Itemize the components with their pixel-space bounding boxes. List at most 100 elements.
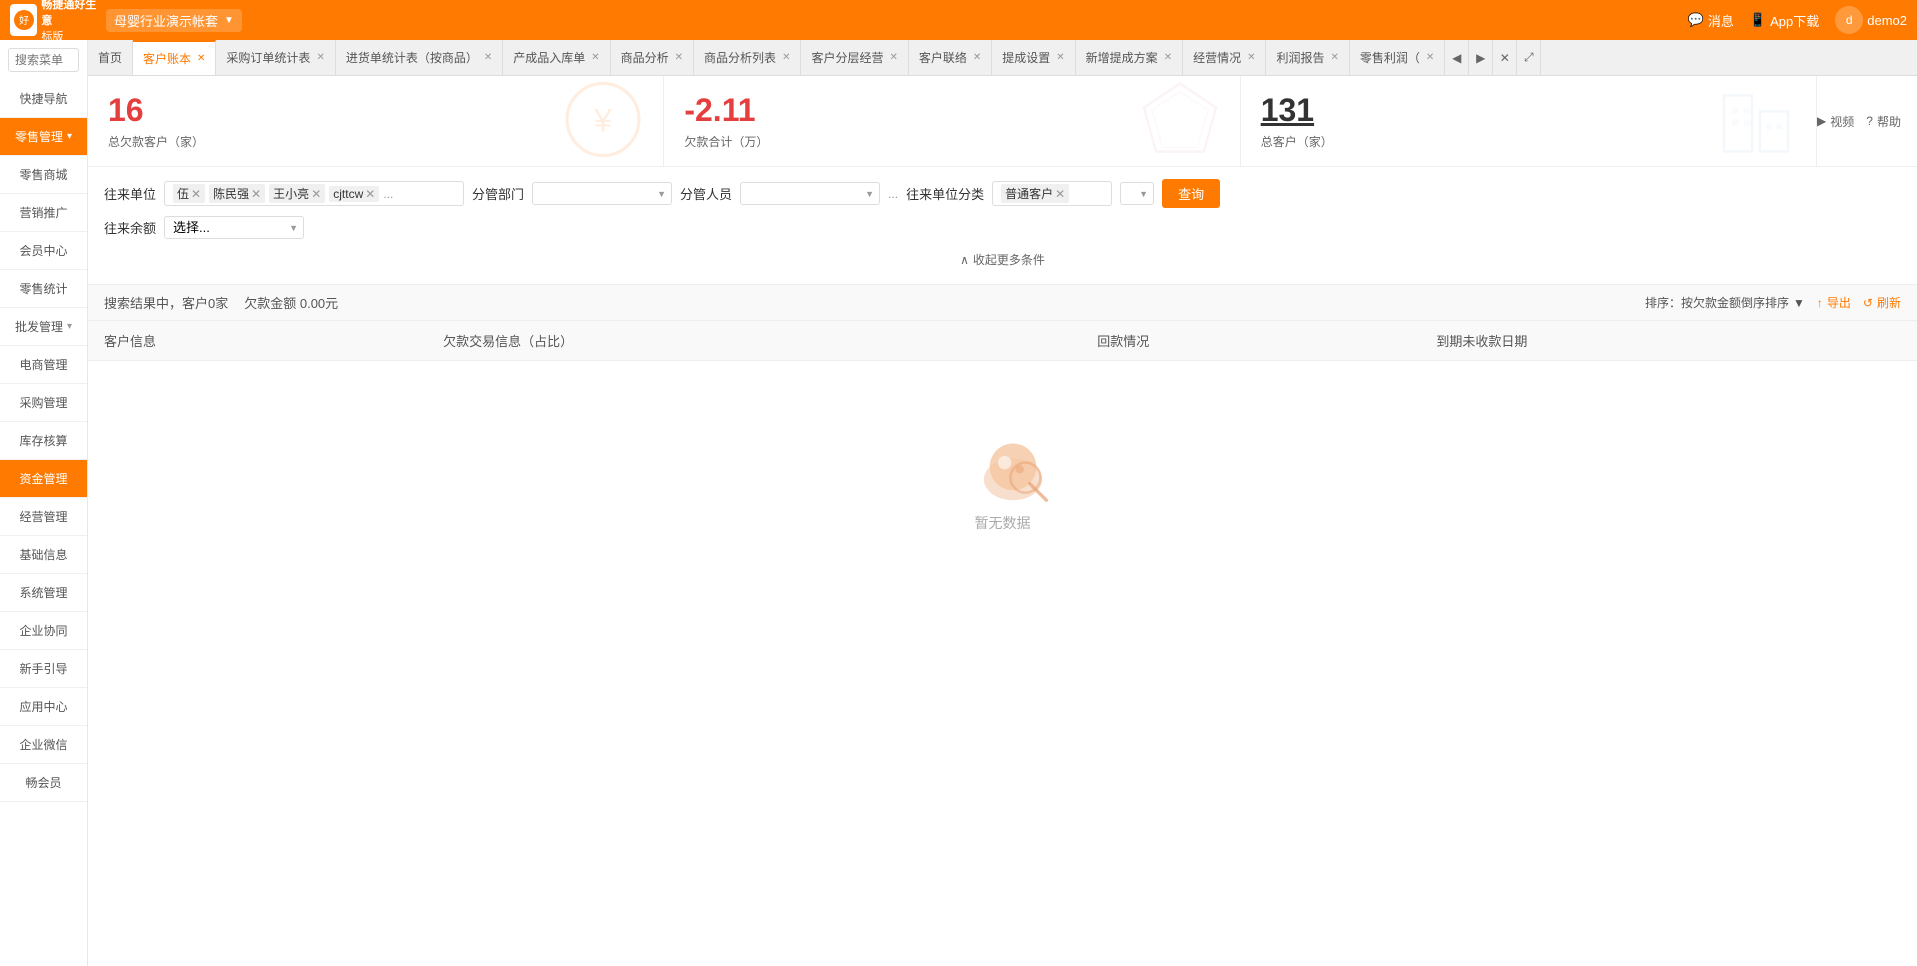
tab-nav-right[interactable]: ▶ [1469,40,1493,76]
debt-customers-value: 16 [108,92,204,129]
more-dots[interactable]: ... [888,187,898,201]
messages-btn[interactable]: 💬 消息 [1688,11,1734,30]
collapse-btn[interactable]: ∧ 收起更多条件 [952,247,1053,272]
tab-purchase-order-stats-close[interactable]: ✕ [316,52,324,63]
tab-product-instock-close[interactable]: ✕ [591,52,599,63]
total-customers-value: 131 [1261,92,1333,129]
person-select-wrapper[interactable] [740,182,880,205]
tab-product-analysis-close[interactable]: ✕ [675,52,683,63]
tab-new-commission-close[interactable]: ✕ [1164,52,1172,63]
avatar: d [1835,6,1863,34]
sidebar-item-retail-stats[interactable]: 零售统计 [0,270,87,308]
retail-mgmt-arrow: ▾ [67,131,72,142]
remain-select[interactable]: 选择... [164,216,304,239]
sidebar-item-system[interactable]: 系统管理 [0,574,87,612]
tab-expand[interactable]: ⤢ [1517,40,1541,76]
unit-tag-input[interactable]: 伍 ✕ 陈民强 ✕ 王小亮 ✕ [164,181,464,206]
tab-retail-profit-close[interactable]: ✕ [1426,52,1434,63]
username-label: demo2 [1867,13,1907,28]
tab-retail-profit[interactable]: 零售利润（ ✕ [1350,40,1445,76]
tab-home[interactable]: 首页 [88,40,133,76]
tab-purchase-order-stats[interactable]: 采购订单统计表 ✕ [216,40,335,76]
unit-type-select-wrapper[interactable] [1120,182,1154,205]
tab-product-instock[interactable]: 产成品入库单 ✕ [503,40,610,76]
tag-chen-remove[interactable]: ✕ [251,187,261,201]
sidebar-item-operation[interactable]: 经营管理 [0,498,87,536]
tab-commission-settings[interactable]: 提成设置 ✕ [992,40,1075,76]
collapse-row: ∧ 收起更多条件 [104,247,1901,272]
empty-text: 暂无数据 [975,513,1031,533]
sidebar-item-wechat[interactable]: 企业微信 [0,726,87,764]
tab-product-analysis-list-close[interactable]: ✕ [782,52,790,63]
query-button[interactable]: 查询 [1162,179,1220,208]
dept-select-wrapper[interactable] [532,182,672,205]
tab-product-analysis[interactable]: 商品分析 ✕ [611,40,694,76]
sidebar-item-purchase[interactable]: 采购管理 [0,384,87,422]
app-download-btn[interactable]: 📱 App下载 [1750,11,1819,30]
sidebar-item-member-center[interactable]: 会员中心 [0,232,87,270]
tab-product-analysis-list[interactable]: 商品分析列表 ✕ [694,40,801,76]
svg-text:¥: ¥ [593,103,612,139]
sort-arrow: ▼ [1793,296,1805,310]
tab-customer-layer-close[interactable]: ✕ [889,52,897,63]
export-icon: ↑ [1817,296,1823,310]
tab-profit-report-close[interactable]: ✕ [1331,52,1339,63]
sidebar-item-member[interactable]: 畅会员 [0,764,87,802]
sidebar-item-newbie[interactable]: 新手引导 [0,650,87,688]
sidebar-item-wholesale[interactable]: 批发管理 ▾ [0,308,87,346]
tab-customer-contact-close[interactable]: ✕ [973,52,981,63]
sidebar-item-finance[interactable]: 资金管理 [0,460,87,498]
workspace-selector[interactable]: 母婴行业演示帐套 ▼ [106,9,242,32]
empty-state: 暂无数据 [88,361,1917,593]
more-tags-btn[interactable]: ... [383,187,393,201]
tab-commission-settings-close[interactable]: ✕ [1056,52,1064,63]
tab-close-all[interactable]: ✕ [1493,40,1517,76]
collapse-icon: ∧ [960,253,969,267]
user-menu[interactable]: d demo2 [1835,6,1907,34]
tab-instock-stats[interactable]: 进货单统计表（按商品） ✕ [336,40,503,76]
tab-nav-left[interactable]: ◀ [1445,40,1469,76]
sidebar-item-retail-mgmt[interactable]: 零售管理 ▾ [0,118,87,156]
tab-instock-close[interactable]: ✕ [484,52,492,63]
tag-cjttcw-remove[interactable]: ✕ [365,187,375,201]
remain-select-wrapper[interactable]: 选择... [164,216,304,239]
refresh-btn[interactable]: ↺ 刷新 [1863,294,1901,311]
person-select[interactable] [740,182,880,205]
person-label: 分管人员 [680,184,732,203]
sidebar-item-enterprise[interactable]: 企业协同 [0,612,87,650]
tab-customer-contact[interactable]: 客户联络 ✕ [909,40,992,76]
sidebar-item-inventory[interactable]: 库存核算 [0,422,87,460]
tab-operation-status[interactable]: 经营情况 ✕ [1183,40,1266,76]
sort-select[interactable]: 排序：按欠款金额倒序排序 ▼ [1645,294,1805,311]
tab-operation-status-close[interactable]: ✕ [1247,52,1255,63]
sidebar: 快捷导航 零售管理 ▾ 零售商城 营销推广 会员中心 零售统计 批发管理 ▾ [0,40,88,966]
tab-new-commission[interactable]: 新增提成方案 ✕ [1076,40,1183,76]
sidebar-item-retail-mall[interactable]: 零售商城 [0,156,87,194]
tag-normal-customer-remove[interactable]: ✕ [1055,187,1065,201]
help-btn[interactable]: ? 帮助 [1866,113,1901,130]
export-btn[interactable]: ↑ 导出 [1817,294,1851,311]
search-input[interactable] [8,48,79,72]
sidebar-item-quick-nav[interactable]: 快捷导航 [0,80,87,118]
video-btn[interactable]: ▶ 视频 [1817,113,1854,130]
dept-select[interactable] [532,182,672,205]
tab-profit-report[interactable]: 利润报告 ✕ [1266,40,1349,76]
stat-diamond-icon [1140,80,1220,163]
tab-customer-ledger[interactable]: 客户账本 ✕ [133,40,216,76]
unit-type-select[interactable] [1120,182,1154,205]
app-download-label: App下载 [1770,11,1819,30]
workspace-arrow: ▼ [224,15,234,26]
tab-customer-layer[interactable]: 客户分层经营 ✕ [801,40,908,76]
unit-type-tag-input[interactable]: 普通客户 ✕ [992,181,1112,206]
tag-chen: 陈民强 ✕ [209,184,265,203]
sidebar-item-marketing[interactable]: 营销推广 [0,194,87,232]
stat-building-icon [1716,80,1796,163]
sidebar-item-app-center[interactable]: 应用中心 [0,688,87,726]
tab-customer-ledger-close[interactable]: ✕ [197,53,205,64]
sidebar-item-ecommerce[interactable]: 电商管理 [0,346,87,384]
filter-row-2: 往来余额 选择... [104,216,1901,239]
tag-wu-remove[interactable]: ✕ [191,187,201,201]
tag-wang-remove[interactable]: ✕ [311,187,321,201]
stat-debt-customers: ¥ 16 总欠款客户（家） [88,76,664,166]
sidebar-item-base-info[interactable]: 基础信息 [0,536,87,574]
